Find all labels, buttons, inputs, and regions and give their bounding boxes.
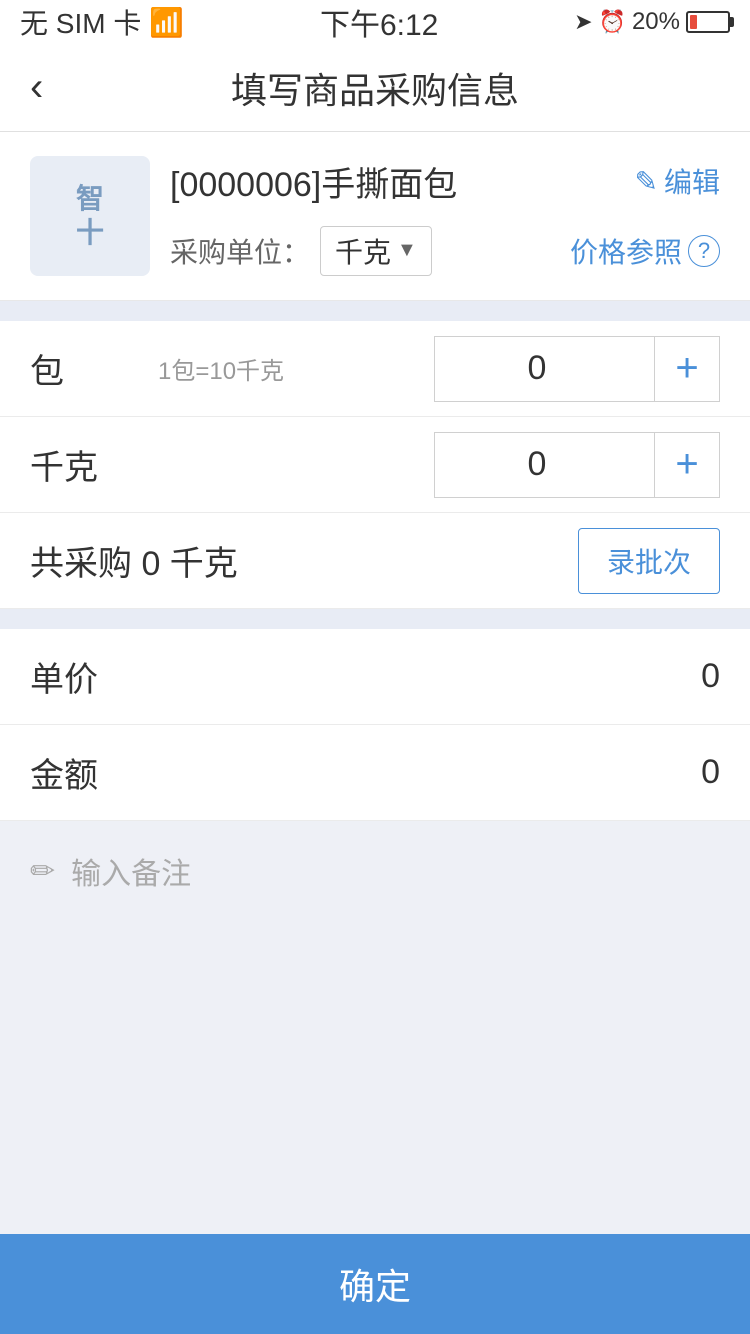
total-row: 共采购 0 千克 录批次 xyxy=(0,513,750,609)
kg-input-row: 千克 + xyxy=(0,417,750,513)
input-section: 包 1包=10千克 + 千克 + xyxy=(0,321,750,513)
kg-input-right: + xyxy=(434,432,720,498)
section-divider-2 xyxy=(0,609,750,629)
price-ref-label: 价格参照 xyxy=(570,231,682,271)
unit-value: 千克 xyxy=(335,231,391,271)
unit-select[interactable]: 千克 ▼ xyxy=(320,226,432,276)
price-row: 单价 0 xyxy=(0,629,750,725)
product-name-row: [0000006]手撕面包 ✎ 编辑 xyxy=(170,157,720,206)
total-text: 共采购 0 千克 xyxy=(30,536,238,585)
empty-space xyxy=(0,921,750,1234)
confirm-text: 确定 xyxy=(339,1258,411,1310)
price-value: 0 xyxy=(701,657,720,696)
record-batch-button[interactable]: 录批次 xyxy=(578,528,720,594)
wifi-icon: 📶 xyxy=(149,6,184,39)
bag-label: 包 xyxy=(30,344,150,393)
status-right: ➤ ⏰ 20% xyxy=(574,8,730,36)
bag-quantity-input[interactable] xyxy=(434,336,654,402)
remark-placeholder: 输入备注 xyxy=(71,849,191,893)
bag-input-right: + xyxy=(434,336,720,402)
nav-bar: ‹ 填写商品采购信息 xyxy=(0,44,750,132)
status-bar: 无 SIM 卡 📶 下午6:12 ➤ ⏰ 20% xyxy=(0,0,750,44)
pencil-icon: ✏ xyxy=(30,854,55,889)
kg-quantity-input[interactable] xyxy=(434,432,654,498)
price-label: 单价 xyxy=(30,652,98,701)
alarm-icon: ⏰ xyxy=(599,9,626,35)
product-image-line1: 智 xyxy=(76,182,104,216)
unit-label: 采购单位： xyxy=(170,231,310,271)
product-name: [0000006]手撕面包 xyxy=(170,157,457,206)
amount-label: 金额 xyxy=(30,748,98,797)
amount-row: 金额 0 xyxy=(0,725,750,821)
status-time: 下午6:12 xyxy=(320,0,438,44)
price-amount-section: 单价 0 金额 0 xyxy=(0,629,750,821)
amount-value: 0 xyxy=(701,753,720,792)
edit-label: 编辑 xyxy=(664,161,720,201)
status-left: 无 SIM 卡 📶 xyxy=(20,2,184,42)
remark-section[interactable]: ✏ 输入备注 xyxy=(0,821,750,921)
bag-input-row: 包 1包=10千克 + xyxy=(0,321,750,417)
product-image: 智 十 xyxy=(30,156,150,276)
bag-plus-button[interactable]: + xyxy=(654,336,720,402)
edit-button[interactable]: ✎ 编辑 xyxy=(635,161,720,201)
bag-sublabel: 1包=10千克 xyxy=(158,351,434,386)
confirm-bar[interactable]: 确定 xyxy=(0,1234,750,1334)
edit-icon: ✎ xyxy=(635,165,658,198)
product-card: 智 十 [0000006]手撕面包 ✎ 编辑 采购单位： 千克 ▼ xyxy=(0,132,750,301)
battery-icon xyxy=(686,11,730,33)
back-button[interactable]: ‹ xyxy=(30,65,43,110)
unit-row: 采购单位： 千克 ▼ 价格参照 ? xyxy=(170,226,720,276)
carrier-text: 无 SIM 卡 xyxy=(20,2,141,42)
section-divider-1 xyxy=(0,301,750,321)
location-icon: ➤ xyxy=(574,9,592,35)
page-title: 填写商品采购信息 xyxy=(231,62,519,114)
kg-plus-button[interactable]: + xyxy=(654,432,720,498)
battery-text: 20% xyxy=(632,8,680,36)
chevron-down-icon: ▼ xyxy=(397,239,417,262)
question-icon: ? xyxy=(688,235,720,267)
price-ref-button[interactable]: 价格参照 ? xyxy=(570,231,720,271)
product-info: [0000006]手撕面包 ✎ 编辑 采购单位： 千克 ▼ 价格参照 ? xyxy=(170,157,720,276)
kg-label: 千克 xyxy=(30,440,150,489)
product-image-line2: 十 xyxy=(76,216,104,250)
